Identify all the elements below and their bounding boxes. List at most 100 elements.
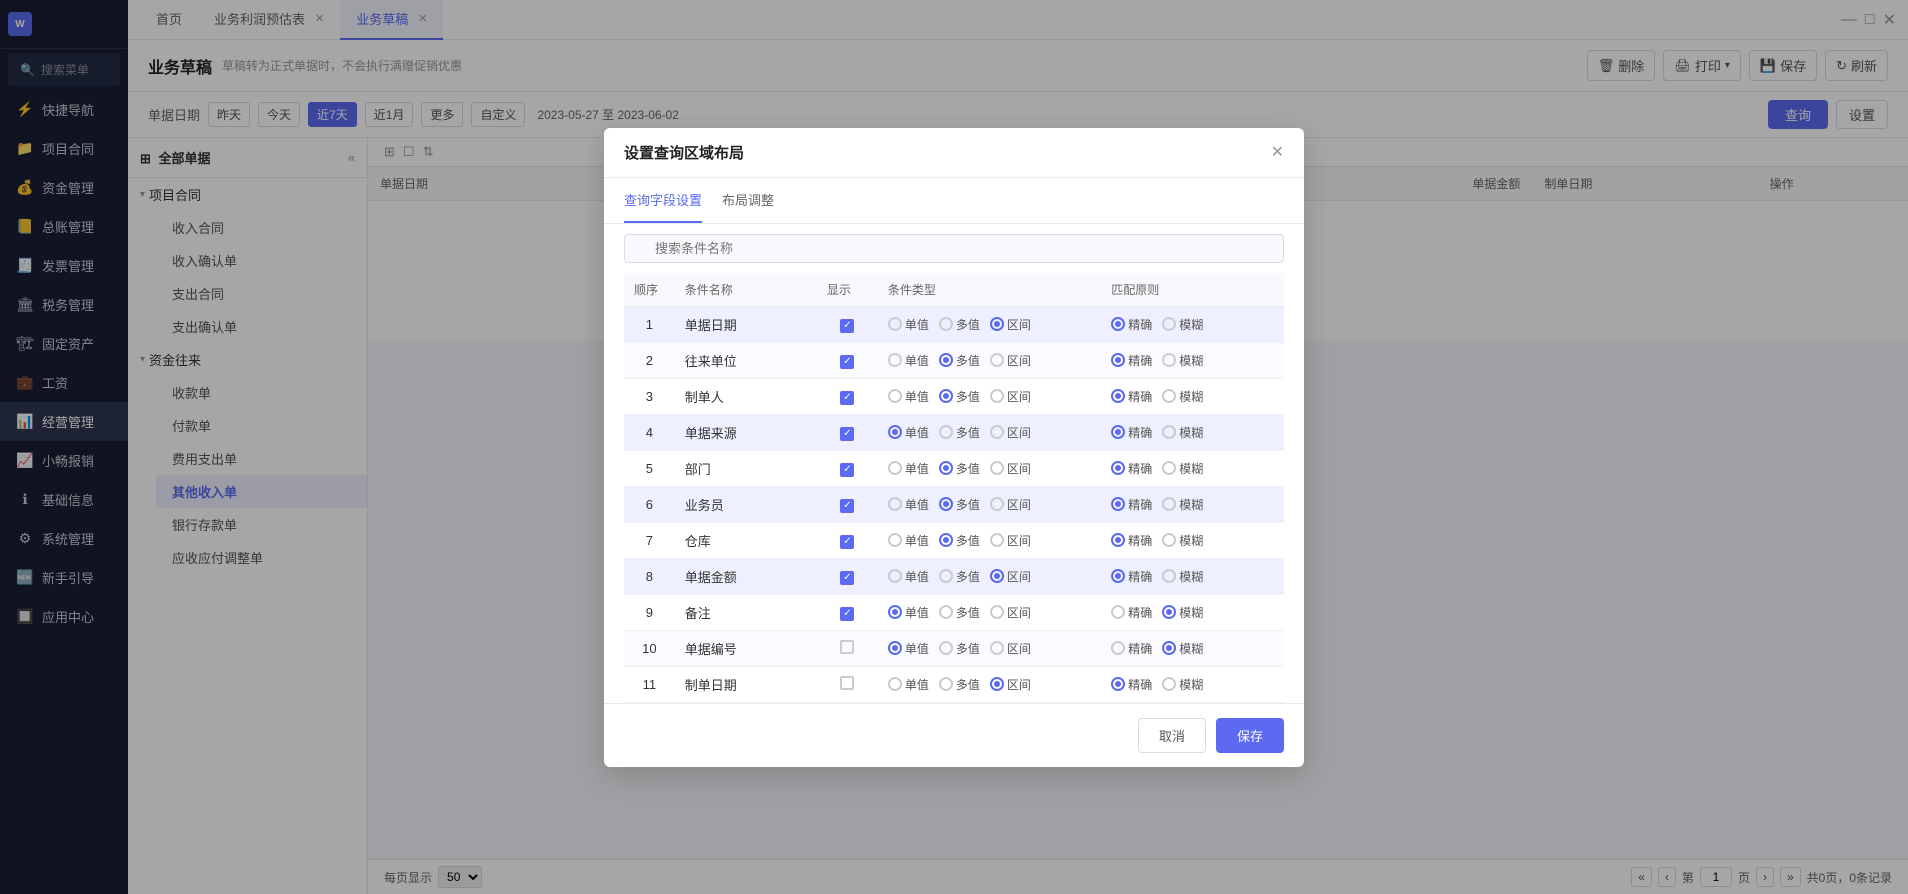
radio-type-单值[interactable]: 单值 [888, 352, 929, 369]
cell-show[interactable] [817, 522, 878, 558]
radio-type-单值[interactable]: 单值 [888, 496, 929, 513]
radio-type-区间[interactable]: 区间 [990, 676, 1031, 693]
cell-show[interactable] [817, 450, 878, 486]
cell-name: 制单日期 [675, 666, 817, 702]
show-checkbox[interactable] [840, 427, 854, 441]
radio-type-单值[interactable]: 单值 [888, 460, 929, 477]
radio-match-精确[interactable]: 精确 [1111, 532, 1152, 549]
radio-type-多值[interactable]: 多值 [939, 640, 980, 657]
radio-match-模糊[interactable]: 模糊 [1162, 460, 1203, 477]
show-checkbox[interactable] [840, 391, 854, 405]
show-checkbox[interactable] [840, 319, 854, 333]
radio-type-多值[interactable]: 多值 [939, 568, 980, 585]
radio-match-精确[interactable]: 精确 [1111, 640, 1152, 657]
show-checkbox[interactable] [840, 640, 854, 654]
radio-type-单值[interactable]: 单值 [888, 424, 929, 441]
cell-show[interactable] [817, 486, 878, 522]
radio-type-单值[interactable]: 单值 [888, 604, 929, 621]
radio-circle [1111, 353, 1125, 367]
modal-tab-query-fields[interactable]: 查询字段设置 [624, 178, 702, 223]
radio-match-精确[interactable]: 精确 [1111, 568, 1152, 585]
table-row: 7仓库单值多值区间精确模糊 [624, 522, 1284, 558]
radio-circle [990, 353, 1004, 367]
radio-type-区间[interactable]: 区间 [990, 640, 1031, 657]
cell-show[interactable] [817, 558, 878, 594]
show-checkbox[interactable] [840, 676, 854, 690]
radio-match-模糊[interactable]: 模糊 [1162, 676, 1203, 693]
cell-show[interactable] [817, 414, 878, 450]
show-checkbox[interactable] [840, 355, 854, 369]
modal-body: 查询字段设置 布局调整 🔍 顺序 条件名称 [604, 178, 1304, 703]
radio-match-模糊[interactable]: 模糊 [1162, 532, 1203, 549]
show-checkbox[interactable] [840, 535, 854, 549]
radio-match-精确[interactable]: 精确 [1111, 496, 1152, 513]
radio-type-区间[interactable]: 区间 [990, 316, 1031, 333]
show-checkbox[interactable] [840, 607, 854, 621]
radio-match-模糊[interactable]: 模糊 [1162, 424, 1203, 441]
radio-circle [888, 569, 902, 583]
table-row: 3制单人单值多值区间精确模糊 [624, 378, 1284, 414]
radio-type-单值[interactable]: 单值 [888, 316, 929, 333]
radio-circle [1111, 605, 1125, 619]
radio-type-区间[interactable]: 区间 [990, 604, 1031, 621]
radio-match-模糊[interactable]: 模糊 [1162, 640, 1203, 657]
radio-match-精确[interactable]: 精确 [1111, 604, 1152, 621]
radio-type-区间[interactable]: 区间 [990, 388, 1031, 405]
radio-type-多值[interactable]: 多值 [939, 460, 980, 477]
radio-type-区间[interactable]: 区间 [990, 352, 1031, 369]
modal-save-button[interactable]: 保存 [1216, 718, 1284, 753]
radio-match-精确[interactable]: 精确 [1111, 676, 1152, 693]
cell-show[interactable] [817, 342, 878, 378]
radio-circle [939, 497, 953, 511]
radio-match-模糊[interactable]: 模糊 [1162, 496, 1203, 513]
cell-type: 单值多值区间 [878, 558, 1101, 594]
radio-type-多值[interactable]: 多值 [939, 352, 980, 369]
radio-match-模糊[interactable]: 模糊 [1162, 604, 1203, 621]
cell-show[interactable] [817, 666, 878, 702]
radio-match-模糊[interactable]: 模糊 [1162, 568, 1203, 585]
radio-match-精确[interactable]: 精确 [1111, 388, 1152, 405]
radio-type-多值[interactable]: 多值 [939, 388, 980, 405]
modal-close-button[interactable]: ✕ [1271, 142, 1284, 162]
radio-type-区间[interactable]: 区间 [990, 568, 1031, 585]
radio-match-精确[interactable]: 精确 [1111, 460, 1152, 477]
radio-circle [990, 641, 1004, 655]
radio-type-多值[interactable]: 多值 [939, 604, 980, 621]
radio-match-模糊[interactable]: 模糊 [1162, 352, 1203, 369]
radio-type-多值[interactable]: 多值 [939, 316, 980, 333]
radio-type-多值[interactable]: 多值 [939, 532, 980, 549]
radio-match-精确[interactable]: 精确 [1111, 316, 1152, 333]
show-checkbox[interactable] [840, 499, 854, 513]
modal-tab-layout[interactable]: 布局调整 [722, 178, 774, 223]
radio-type-多值[interactable]: 多值 [939, 496, 980, 513]
cell-show[interactable] [817, 594, 878, 630]
radio-type-单值[interactable]: 单值 [888, 676, 929, 693]
radio-type-多值[interactable]: 多值 [939, 424, 980, 441]
radio-type-单值[interactable]: 单值 [888, 532, 929, 549]
radio-circle [888, 497, 902, 511]
radio-type-区间[interactable]: 区间 [990, 460, 1031, 477]
radio-match-精确[interactable]: 精确 [1111, 424, 1152, 441]
radio-type-区间[interactable]: 区间 [990, 532, 1031, 549]
radio-type-单值[interactable]: 单值 [888, 568, 929, 585]
radio-circle [1162, 677, 1176, 691]
cell-show[interactable] [817, 378, 878, 414]
show-checkbox[interactable] [840, 571, 854, 585]
radio-circle [1162, 317, 1176, 331]
radio-match-模糊[interactable]: 模糊 [1162, 316, 1203, 333]
radio-type-多值[interactable]: 多值 [939, 676, 980, 693]
show-checkbox[interactable] [840, 463, 854, 477]
radio-type-单值[interactable]: 单值 [888, 388, 929, 405]
radio-match-精确[interactable]: 精确 [1111, 352, 1152, 369]
radio-circle [1111, 677, 1125, 691]
cell-show[interactable] [817, 306, 878, 342]
modal-table-wrap: 顺序 条件名称 显示 条件类型 匹配原则 1单据日期单值多值区间精确模糊2往来单… [604, 273, 1304, 703]
cell-show[interactable] [817, 630, 878, 666]
radio-match-模糊[interactable]: 模糊 [1162, 388, 1203, 405]
modal-search-input[interactable] [624, 234, 1284, 263]
cell-type: 单值多值区间 [878, 414, 1101, 450]
modal-cancel-button[interactable]: 取消 [1138, 718, 1206, 753]
radio-type-单值[interactable]: 单值 [888, 640, 929, 657]
radio-type-区间[interactable]: 区间 [990, 424, 1031, 441]
radio-type-区间[interactable]: 区间 [990, 496, 1031, 513]
